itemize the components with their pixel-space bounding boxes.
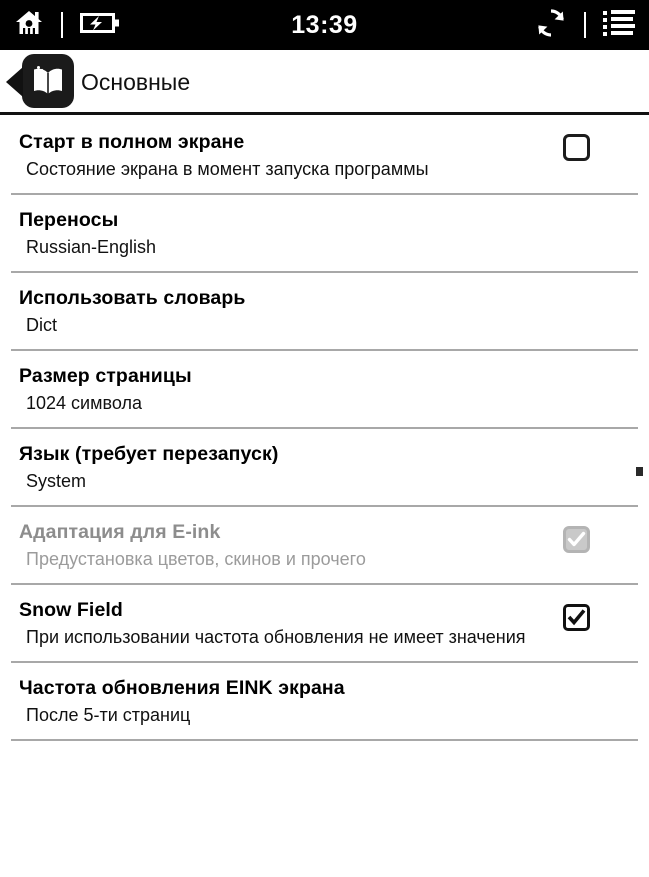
setting-title: Snow Field: [19, 599, 123, 621]
setting-title: Использовать словарь: [19, 287, 246, 309]
setting-row-language[interactable]: Язык (требует перезапуск) System: [11, 429, 638, 507]
setting-title: Старт в полном экране: [19, 131, 245, 153]
setting-value: System: [26, 471, 87, 491]
settings-list: Старт в полном экране Состояние экрана в…: [0, 115, 649, 741]
title-bar: Основные: [0, 50, 649, 115]
open-book-icon[interactable]: [22, 54, 74, 108]
status-bar-right-group: [535, 0, 635, 50]
checkbox-fullscreen-start[interactable]: [563, 134, 590, 161]
page-title: Основные: [81, 69, 191, 95]
setting-title: Частота обновления EINK экрана: [19, 677, 345, 699]
checkbox-snow-field[interactable]: [563, 604, 590, 631]
setting-row-page-size[interactable]: Размер страницы 1024 символа: [11, 351, 638, 429]
setting-title: Адаптация для E-ink: [19, 521, 221, 543]
setting-row-hyphenation[interactable]: Переносы Russian-English: [11, 195, 638, 273]
setting-value: 1024 символа: [26, 393, 142, 413]
setting-value: После 5-ти страниц: [26, 705, 191, 725]
setting-row-dictionary[interactable]: Использовать словарь Dict: [11, 273, 638, 351]
refresh-icon[interactable]: [535, 7, 567, 44]
setting-value: Russian-English: [26, 237, 157, 257]
setting-title: Размер страницы: [19, 365, 192, 387]
setting-row-eink-adaptation: Адаптация для E-ink Предустановка цветов…: [11, 507, 638, 585]
status-bar: 13:39: [0, 0, 649, 50]
setting-row-snow-field[interactable]: Snow Field При использовании частота обн…: [11, 585, 638, 663]
back-chevron-icon[interactable]: [2, 66, 28, 98]
status-divider-right: [584, 12, 586, 38]
setting-subtitle: При использовании частота обновления не …: [26, 627, 526, 647]
setting-value: Dict: [26, 315, 57, 335]
setting-title: Язык (требует перезапуск): [19, 443, 279, 465]
setting-title: Переносы: [19, 209, 119, 231]
setting-subtitle: Состояние экрана в момент запуска програ…: [26, 159, 429, 179]
setting-row-fullscreen-start[interactable]: Старт в полном экране Состояние экрана в…: [11, 115, 638, 195]
setting-row-eink-refresh-rate[interactable]: Частота обновления EINK экрана После 5-т…: [11, 663, 638, 741]
checkbox-eink-adaptation: [563, 526, 590, 553]
scroll-position-dot[interactable]: [636, 467, 643, 476]
setting-subtitle: Предустановка цветов, скинов и прочего: [26, 549, 366, 569]
list-menu-icon[interactable]: [603, 9, 635, 42]
